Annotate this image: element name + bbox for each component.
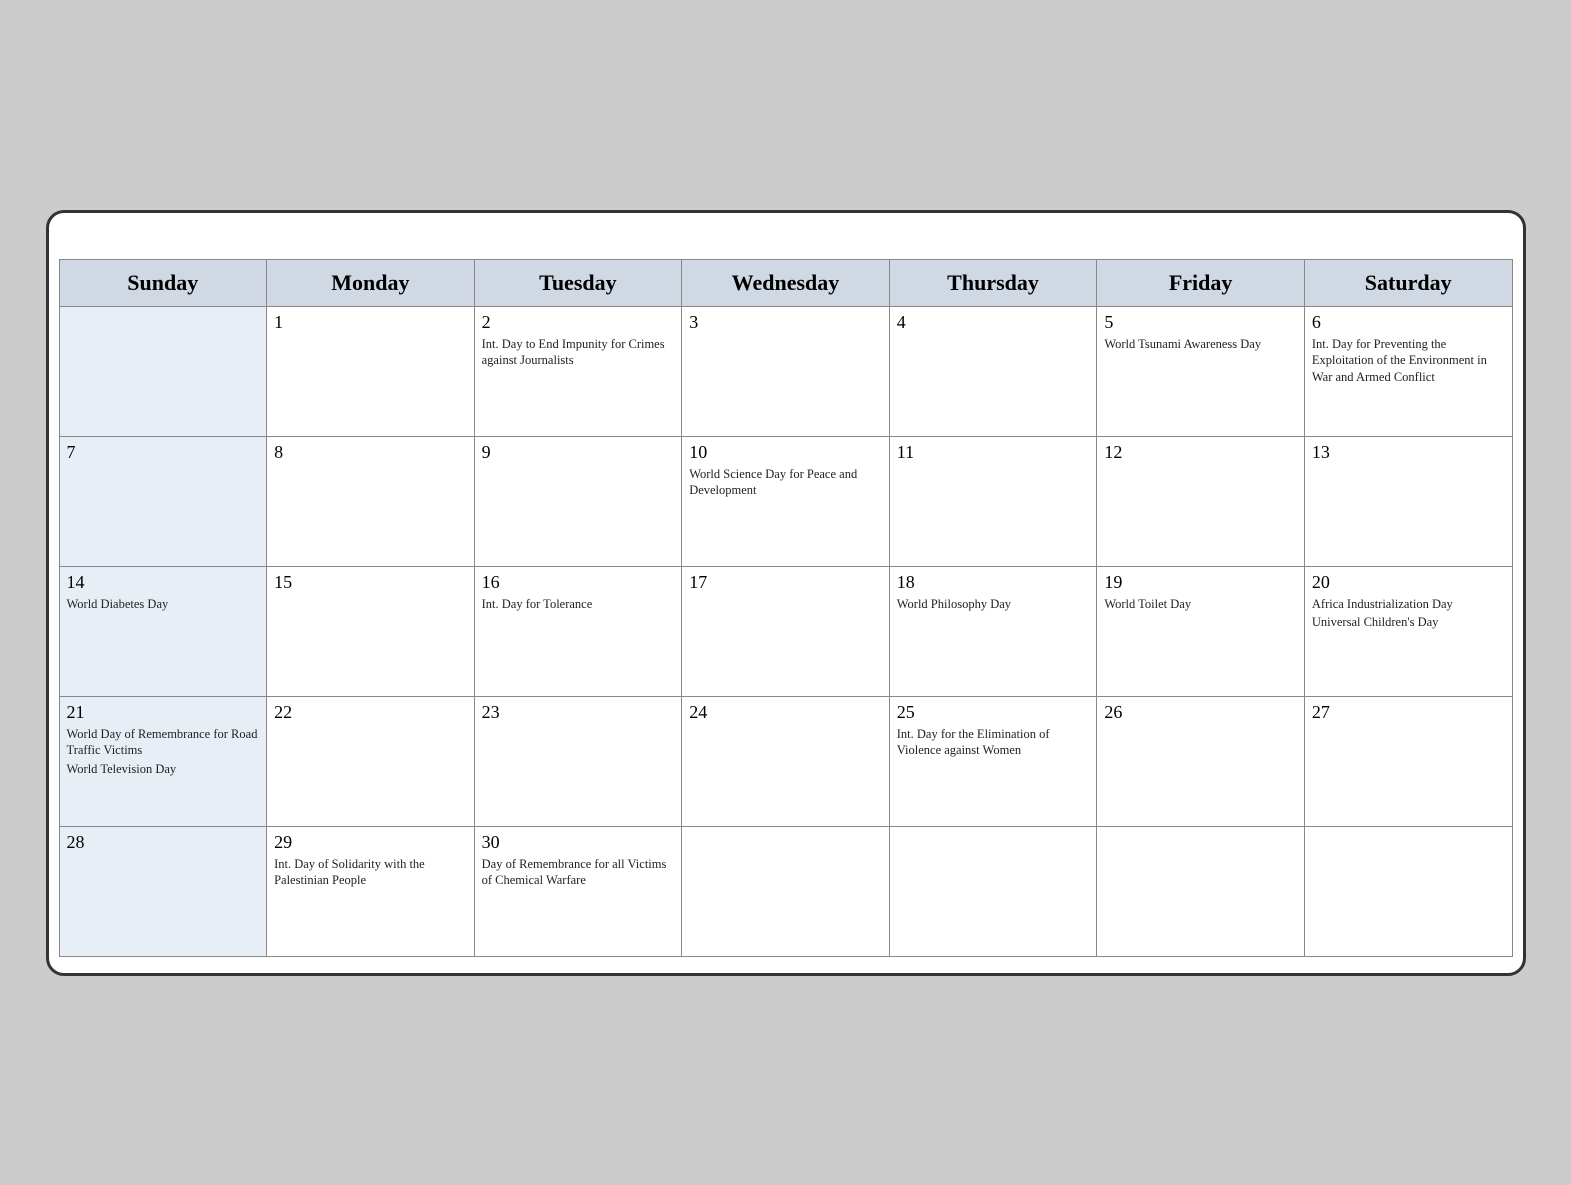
calendar-cell: 2 Int. Day to End Impunity for Crimes aga…: [474, 306, 682, 436]
day-number: 22: [274, 702, 467, 723]
day-number: 27: [1312, 702, 1505, 723]
header-row: SundayMondayTuesdayWednesdayThursdayFrid…: [59, 259, 1512, 306]
calendar-cell: 12: [1097, 436, 1305, 566]
calendar-cell: [1097, 826, 1305, 956]
calendar-body: 12 Int. Day to End Impunity for Crimes ag…: [59, 306, 1512, 956]
week-row-5: 28 29 Int. Day of Solidarity with the Pale…: [59, 826, 1512, 956]
week-row-1: 12 Int. Day to End Impunity for Crimes ag…: [59, 306, 1512, 436]
calendar-cell: 3: [682, 306, 890, 436]
event-text: Int. Day for Preventing the Exploitation…: [1312, 336, 1505, 387]
day-header-friday: Friday: [1097, 259, 1305, 306]
day-number: 15: [274, 572, 467, 593]
day-number: 5: [1104, 312, 1297, 333]
day-number: 19: [1104, 572, 1297, 593]
event-text: World Philosophy Day: [897, 596, 1090, 613]
calendar-cell: 13: [1304, 436, 1512, 566]
day-header-thursday: Thursday: [889, 259, 1097, 306]
day-number: 3: [689, 312, 882, 333]
day-number: 8: [274, 442, 467, 463]
calendar-cell: [59, 306, 267, 436]
event-text: World Science Day for Peace and Developm…: [689, 466, 882, 500]
day-number: 1: [274, 312, 467, 333]
day-number: 29: [274, 832, 467, 853]
calendar-cell: 30 Day of Remembrance for all Victims of …: [474, 826, 682, 956]
day-number: 9: [482, 442, 675, 463]
calendar-cell: 11: [889, 436, 1097, 566]
event-text: World Tsunami Awareness Day: [1104, 336, 1297, 353]
event-text: Int. Day of Solidarity with the Palestin…: [274, 856, 467, 890]
day-header-tuesday: Tuesday: [474, 259, 682, 306]
day-number: 24: [689, 702, 882, 723]
day-number: 10: [689, 442, 882, 463]
calendar-cell: 1: [267, 306, 475, 436]
calendar-cell: 14 World Diabetes Day: [59, 566, 267, 696]
week-row-4: 21 World Day of Remembrance for Road Traf…: [59, 696, 1512, 826]
calendar-cell: 15: [267, 566, 475, 696]
calendar-cell: 28: [59, 826, 267, 956]
day-number: 18: [897, 572, 1090, 593]
day-number: 30: [482, 832, 675, 853]
calendar-cell: 27: [1304, 696, 1512, 826]
calendar-cell: 20 Africa Industrialization DayUniversal …: [1304, 566, 1512, 696]
week-row-2: 789 10 World Science Day for Peace and Dev…: [59, 436, 1512, 566]
calendar-cell: 25 Int. Day for the Elimination of Violen…: [889, 696, 1097, 826]
day-header-monday: Monday: [267, 259, 475, 306]
calendar-cell: 21 World Day of Remembrance for Road Traf…: [59, 696, 267, 826]
calendar-table: SundayMondayTuesdayWednesdayThursdayFrid…: [59, 259, 1513, 957]
calendar-title: [59, 223, 1513, 259]
event-text: World Diabetes Day: [67, 596, 260, 613]
calendar-cell: 18 World Philosophy Day: [889, 566, 1097, 696]
event-text: World Day of Remembrance for Road Traffi…: [67, 726, 260, 760]
event-text: World Television Day: [67, 761, 260, 778]
day-number: 23: [482, 702, 675, 723]
event-text: Universal Children's Day: [1312, 614, 1505, 631]
day-number: 13: [1312, 442, 1505, 463]
day-number: 17: [689, 572, 882, 593]
calendar-cell: 16 Int. Day for Tolerance: [474, 566, 682, 696]
calendar-cell: 23: [474, 696, 682, 826]
day-number: 7: [67, 442, 260, 463]
calendar-cell: 5 World Tsunami Awareness Day: [1097, 306, 1305, 436]
calendar-cell: [889, 826, 1097, 956]
event-text: Int. Day to End Impunity for Crimes agai…: [482, 336, 675, 370]
week-row-3: 14 World Diabetes Day 15 16 Int. Day for Tol…: [59, 566, 1512, 696]
calendar-cell: 29 Int. Day of Solidarity with the Palest…: [267, 826, 475, 956]
calendar-cell: [682, 826, 890, 956]
calendar-cell: 24: [682, 696, 890, 826]
day-number: 12: [1104, 442, 1297, 463]
calendar-cell: 4: [889, 306, 1097, 436]
event-text: World Toilet Day: [1104, 596, 1297, 613]
day-header-saturday: Saturday: [1304, 259, 1512, 306]
calendar-cell: 9: [474, 436, 682, 566]
calendar-cell: 10 World Science Day for Peace and Develo…: [682, 436, 890, 566]
day-number: 21: [67, 702, 260, 723]
calendar-cell: 26: [1097, 696, 1305, 826]
day-number: 28: [67, 832, 260, 853]
day-number: 26: [1104, 702, 1297, 723]
calendar-wrapper: SundayMondayTuesdayWednesdayThursdayFrid…: [46, 210, 1526, 976]
day-header-wednesday: Wednesday: [682, 259, 890, 306]
event-text: Africa Industrialization Day: [1312, 596, 1505, 613]
calendar-cell: 22: [267, 696, 475, 826]
watermark: [59, 957, 1513, 963]
event-text: Day of Remembrance for all Victims of Ch…: [482, 856, 675, 890]
day-number: 14: [67, 572, 260, 593]
day-number: 4: [897, 312, 1090, 333]
event-text: Int. Day for Tolerance: [482, 596, 675, 613]
day-number: 2: [482, 312, 675, 333]
calendar-cell: [1304, 826, 1512, 956]
calendar-cell: 19 World Toilet Day: [1097, 566, 1305, 696]
calendar-cell: 8: [267, 436, 475, 566]
calendar-cell: 7: [59, 436, 267, 566]
calendar-cell: 6 Int. Day for Preventing the Exploitatio…: [1304, 306, 1512, 436]
day-number: 16: [482, 572, 675, 593]
day-number: 20: [1312, 572, 1505, 593]
day-number: 6: [1312, 312, 1505, 333]
day-number: 11: [897, 442, 1090, 463]
calendar-cell: 17: [682, 566, 890, 696]
event-text: Int. Day for the Elimination of Violence…: [897, 726, 1090, 760]
day-number: 25: [897, 702, 1090, 723]
day-header-sunday: Sunday: [59, 259, 267, 306]
